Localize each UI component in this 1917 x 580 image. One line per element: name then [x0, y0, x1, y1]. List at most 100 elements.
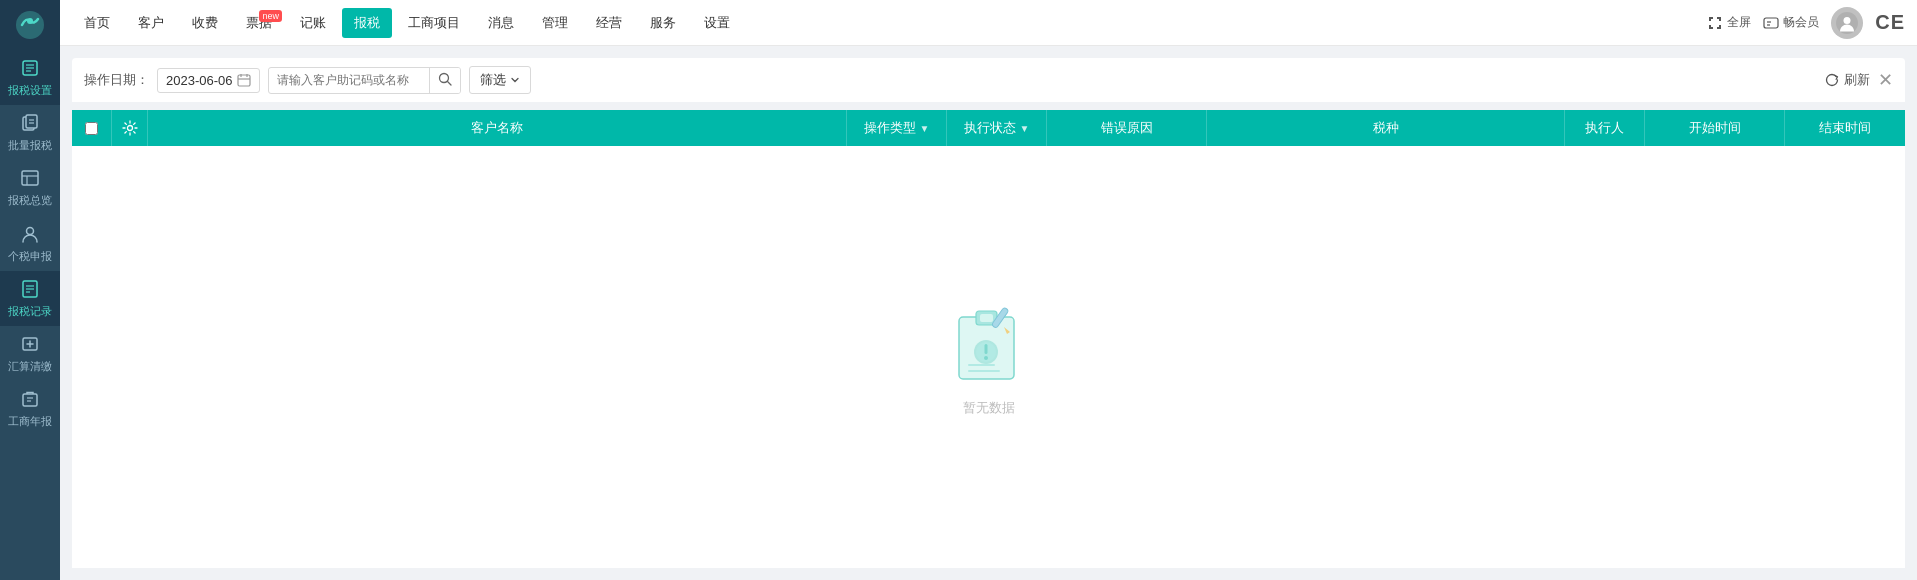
batch-tax-icon [20, 113, 40, 136]
ce-badge: CE [1875, 11, 1905, 34]
settlement-icon [20, 334, 40, 357]
svg-rect-22 [1764, 18, 1778, 28]
close-button[interactable]: ✕ [1878, 71, 1893, 89]
top-navigation: 首页 客户 收费 票据 new 记账 报税 工商项目 消息 管理 经营 服务 设… [60, 0, 1917, 46]
date-value: 2023-06-06 [166, 73, 233, 88]
tax-summary-icon [20, 168, 40, 191]
nav-settings[interactable]: 设置 [692, 8, 742, 38]
search-input[interactable] [269, 69, 429, 91]
nav-client[interactable]: 客户 [126, 8, 176, 38]
fullscreen-btn[interactable]: 全屏 [1707, 14, 1751, 31]
sidebar-logo [0, 0, 60, 50]
empty-illustration [949, 297, 1029, 387]
date-label: 操作日期： [84, 71, 149, 89]
refresh-button[interactable]: 刷新 [1824, 71, 1870, 89]
th-status[interactable]: 执行状态 ▼ [947, 110, 1047, 146]
annual-report-icon [20, 389, 40, 412]
sidebar-item-batch-tax[interactable]: 批量报税 [0, 105, 60, 160]
svg-rect-27 [238, 75, 250, 86]
toolbar: 操作日期： 2023-06-06 [72, 58, 1905, 102]
op-type-sort-icon: ▼ [920, 123, 930, 134]
th-op-type[interactable]: 操作类型 ▼ [847, 110, 947, 146]
svg-point-33 [127, 126, 132, 131]
table-body: 暂无数据 [72, 146, 1905, 568]
refresh-label: 刷新 [1844, 71, 1870, 89]
member-icon [1763, 15, 1779, 31]
personal-tax-icon [20, 224, 40, 247]
sidebar-item-personal-tax[interactable]: 个税申报 [0, 216, 60, 271]
sidebar-item-annual-report-label: 工商年报 [8, 415, 52, 428]
sidebar-item-tax-settings-label: 报税设置 [8, 84, 52, 97]
sidebar-item-settlement[interactable]: 汇算清缴 [0, 326, 60, 381]
status-sort-icon: ▼ [1020, 123, 1030, 134]
nav-invoice[interactable]: 票据 new [234, 8, 284, 38]
nav-billing[interactable]: 收费 [180, 8, 230, 38]
refresh-icon [1824, 72, 1840, 88]
table-header: 客户名称 操作类型 ▼ 执行状态 ▼ 错误原因 税种 [72, 110, 1905, 146]
nav-manage[interactable]: 管理 [530, 8, 580, 38]
nav-operation[interactable]: 经营 [584, 8, 634, 38]
svg-rect-40 [984, 344, 987, 354]
search-wrap [268, 67, 461, 94]
nav-service[interactable]: 服务 [638, 8, 688, 38]
th-gear[interactable] [112, 110, 148, 146]
filter-label: 筛选 [480, 71, 506, 89]
date-picker[interactable]: 2023-06-06 [157, 68, 260, 93]
svg-point-26 [1844, 17, 1851, 24]
sidebar-item-tax-record[interactable]: 报税记录 [0, 271, 60, 326]
svg-point-1 [27, 18, 33, 24]
page-content: 操作日期： 2023-06-06 [60, 46, 1917, 580]
svg-point-13 [27, 227, 34, 234]
sidebar-item-tax-summary-label: 报税总览 [8, 194, 52, 207]
tax-settings-icon [20, 58, 40, 81]
select-all-checkbox[interactable] [85, 122, 98, 135]
svg-rect-37 [980, 314, 993, 322]
th-end-time: 结束时间 [1785, 110, 1905, 146]
gear-icon [122, 120, 138, 136]
main-area: 首页 客户 收费 票据 new 记账 报税 工商项目 消息 管理 经营 服务 设… [60, 0, 1917, 580]
empty-state: 暂无数据 [949, 297, 1029, 417]
sidebar-item-settlement-label: 汇算清缴 [8, 360, 52, 373]
fullscreen-label: 全屏 [1727, 14, 1751, 31]
sidebar-item-tax-summary[interactable]: 报税总览 [0, 160, 60, 215]
th-executor: 执行人 [1565, 110, 1645, 146]
topnav-right: 全屏 畅会员 CE [1707, 7, 1905, 39]
svg-rect-19 [23, 394, 37, 406]
sidebar-item-annual-report[interactable]: 工商年报 [0, 381, 60, 436]
svg-rect-10 [22, 171, 38, 185]
chevron-down-icon [510, 75, 520, 85]
calendar-icon [237, 73, 251, 87]
sidebar: 报税设置 批量报税 报税总览 [0, 0, 60, 580]
invoice-badge: new [259, 10, 282, 23]
empty-text: 暂无数据 [963, 399, 1015, 417]
th-start-time: 开始时间 [1645, 110, 1785, 146]
nav-message[interactable]: 消息 [476, 8, 526, 38]
sidebar-item-personal-tax-label: 个税申报 [8, 250, 52, 263]
svg-rect-7 [26, 115, 37, 128]
search-button[interactable] [429, 68, 460, 93]
user-avatar[interactable] [1831, 7, 1863, 39]
nav-accounting[interactable]: 记账 [288, 8, 338, 38]
nav-tax[interactable]: 报税 [342, 8, 392, 38]
nav-business[interactable]: 工商项目 [396, 8, 472, 38]
sidebar-item-tax-settings[interactable]: 报税设置 [0, 50, 60, 105]
svg-line-32 [447, 81, 451, 85]
sidebar-item-tax-record-label: 报税记录 [8, 305, 52, 318]
svg-point-0 [16, 11, 44, 39]
th-tax-type: 税种 [1207, 110, 1565, 146]
th-error-reason: 错误原因 [1047, 110, 1207, 146]
sidebar-item-batch-tax-label: 批量报税 [8, 139, 52, 152]
search-icon [438, 72, 452, 86]
fullscreen-icon [1707, 15, 1723, 31]
nav-items: 首页 客户 收费 票据 new 记账 报税 工商项目 消息 管理 经营 服务 设… [72, 8, 1707, 38]
table-wrap: 客户名称 操作类型 ▼ 执行状态 ▼ 错误原因 税种 [72, 110, 1905, 568]
nav-home[interactable]: 首页 [72, 8, 122, 38]
content-area: 操作日期： 2023-06-06 [60, 46, 1917, 580]
svg-point-41 [984, 356, 988, 360]
filter-button[interactable]: 筛选 [469, 66, 531, 94]
th-checkbox[interactable] [72, 110, 112, 146]
tax-record-icon [20, 279, 40, 302]
member-label: 畅会员 [1783, 14, 1819, 31]
th-client-name: 客户名称 [148, 110, 847, 146]
member-btn[interactable]: 畅会员 [1763, 14, 1819, 31]
